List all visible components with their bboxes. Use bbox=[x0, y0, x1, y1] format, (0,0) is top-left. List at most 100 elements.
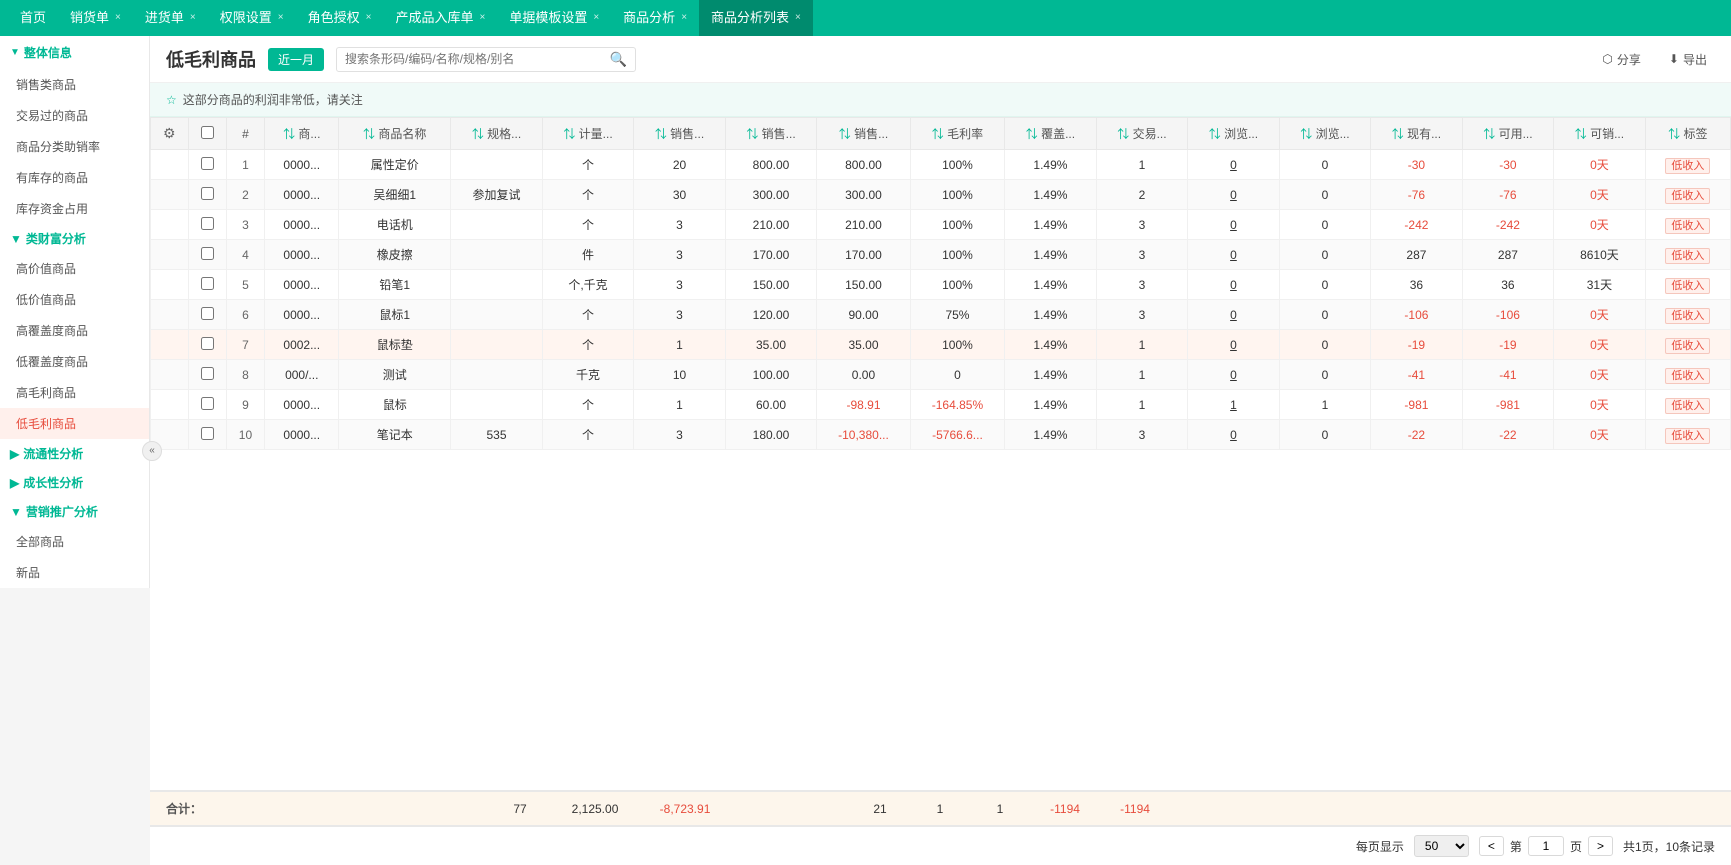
nav-purchase-order[interactable]: 进货单 × bbox=[133, 0, 208, 36]
sidebar-item-new-products[interactable]: 新品 bbox=[0, 557, 149, 588]
close-icon[interactable]: × bbox=[278, 0, 284, 36]
col-tag[interactable]: ⇅ 标签 bbox=[1645, 118, 1730, 150]
sidebar-item-traded-products[interactable]: 交易过的商品 bbox=[0, 100, 149, 131]
row-settings[interactable] bbox=[151, 270, 189, 300]
sidebar-section-liquidity[interactable]: ▶ 流通性分析 bbox=[0, 439, 149, 468]
prev-page-button[interactable]: < bbox=[1479, 836, 1504, 856]
search-icon[interactable]: 🔍 bbox=[610, 51, 627, 68]
row-name: 属性定价 bbox=[339, 150, 451, 180]
sidebar-item-high-margin[interactable]: 高毛利商品 bbox=[0, 377, 149, 408]
row-browse1[interactable]: 1 bbox=[1188, 390, 1280, 420]
col-trade[interactable]: ⇅ 交易... bbox=[1096, 118, 1188, 150]
sidebar-item-low-value[interactable]: 低价值商品 bbox=[0, 284, 149, 315]
close-icon[interactable]: × bbox=[795, 0, 801, 36]
search-input[interactable] bbox=[345, 52, 604, 66]
sidebar-item-in-stock[interactable]: 有库存的商品 bbox=[0, 162, 149, 193]
nav-product-receipt[interactable]: 产成品入库单 × bbox=[383, 0, 497, 36]
select-all-checkbox[interactable] bbox=[201, 126, 214, 139]
data-table-container[interactable]: ⚙ # ⇅ 商... ⇅ 商品名称 ⇅ 规格... ⇅ 计量... ⇅ 销售..… bbox=[150, 117, 1731, 790]
nav-product-analysis[interactable]: 商品分析 × bbox=[611, 0, 699, 36]
col-available[interactable]: ⇅ 可用... bbox=[1462, 118, 1554, 150]
nav-home[interactable]: 首页 bbox=[8, 0, 58, 36]
col-saleable[interactable]: ⇅ 可销... bbox=[1554, 118, 1646, 150]
close-icon[interactable]: × bbox=[593, 0, 599, 36]
row-settings[interactable] bbox=[151, 390, 189, 420]
row-checkbox[interactable] bbox=[188, 420, 226, 450]
row-browse1[interactable]: 0 bbox=[1188, 180, 1280, 210]
col-unit[interactable]: ⇅ 计量... bbox=[542, 118, 634, 150]
sidebar-item-category-rate[interactable]: 商品分类助销率 bbox=[0, 131, 149, 162]
row-settings[interactable] bbox=[151, 240, 189, 270]
col-spec[interactable]: ⇅ 规格... bbox=[451, 118, 543, 150]
sidebar-section-growth[interactable]: ▶ 成长性分析 bbox=[0, 468, 149, 497]
row-browse1[interactable]: 0 bbox=[1188, 360, 1280, 390]
settings-icon[interactable]: ⚙ bbox=[163, 125, 176, 141]
sidebar-section-marketing[interactable]: ▼ 营销推广分析 bbox=[0, 497, 149, 526]
col-code[interactable]: ⇅ 商... bbox=[265, 118, 339, 150]
sidebar-item-high-coverage[interactable]: 高覆盖度商品 bbox=[0, 315, 149, 346]
row-browse1[interactable]: 0 bbox=[1188, 300, 1280, 330]
row-checkbox[interactable] bbox=[188, 210, 226, 240]
close-icon[interactable]: × bbox=[366, 0, 372, 36]
row-current-stock: -981 bbox=[1371, 390, 1463, 420]
row-settings[interactable] bbox=[151, 330, 189, 360]
row-browse1[interactable]: 0 bbox=[1188, 420, 1280, 450]
period-button[interactable]: 近一月 bbox=[268, 48, 324, 71]
col-settings[interactable]: ⚙ bbox=[151, 118, 189, 150]
col-sales-price[interactable]: ⇅ 销售... bbox=[725, 118, 817, 150]
export-button[interactable]: ⬇ 导出 bbox=[1661, 47, 1715, 72]
per-page-select[interactable]: 50 20 100 bbox=[1414, 835, 1469, 857]
row-checkbox[interactable] bbox=[188, 390, 226, 420]
row-checkbox[interactable] bbox=[188, 180, 226, 210]
row-settings[interactable] bbox=[151, 300, 189, 330]
sidebar-item-low-margin[interactable]: 低毛利商品 bbox=[0, 408, 149, 439]
nav-product-analysis-list[interactable]: 商品分析列表 × bbox=[699, 0, 813, 36]
row-settings[interactable] bbox=[151, 360, 189, 390]
sidebar-section-wealth[interactable]: ▼ 类财富分析 bbox=[0, 224, 149, 253]
col-current-stock[interactable]: ⇅ 现有... bbox=[1371, 118, 1463, 150]
sidebar-item-all-products[interactable]: 全部商品 bbox=[0, 526, 149, 557]
page-header: 低毛利商品 近一月 🔍 ⬡ 分享 ⬇ 导出 bbox=[150, 36, 1731, 83]
nav-sales-order[interactable]: 销货单 × bbox=[58, 0, 133, 36]
row-browse1[interactable]: 0 bbox=[1188, 270, 1280, 300]
col-coverage[interactable]: ⇅ 覆盖... bbox=[1005, 118, 1097, 150]
sidebar-collapse-button[interactable]: « bbox=[142, 441, 162, 461]
col-gross-rate[interactable]: ⇅ 毛利率 bbox=[910, 118, 1004, 150]
row-browse1[interactable]: 0 bbox=[1188, 240, 1280, 270]
sidebar-item-low-coverage[interactable]: 低覆盖度商品 bbox=[0, 346, 149, 377]
sidebar-item-sales-products[interactable]: 销售类商品 bbox=[0, 69, 149, 100]
next-page-button[interactable]: > bbox=[1588, 836, 1613, 856]
close-icon[interactable]: × bbox=[681, 0, 687, 36]
close-icon[interactable]: × bbox=[479, 0, 485, 36]
info-icon: ☆ bbox=[166, 93, 177, 107]
row-checkbox[interactable] bbox=[188, 150, 226, 180]
row-checkbox[interactable] bbox=[188, 240, 226, 270]
col-browse1[interactable]: ⇅ 浏览... bbox=[1188, 118, 1280, 150]
nav-role-auth[interactable]: 角色授权 × bbox=[296, 0, 384, 36]
row-tag: 低收入 bbox=[1645, 300, 1730, 330]
page-input[interactable] bbox=[1528, 836, 1564, 856]
share-button[interactable]: ⬡ 分享 bbox=[1594, 47, 1649, 72]
row-browse1[interactable]: 0 bbox=[1188, 330, 1280, 360]
row-checkbox[interactable] bbox=[188, 330, 226, 360]
sidebar-item-stock-capital[interactable]: 库存资金占用 bbox=[0, 193, 149, 224]
col-browse2[interactable]: ⇅ 浏览... bbox=[1279, 118, 1371, 150]
row-settings[interactable] bbox=[151, 180, 189, 210]
col-sales-amount[interactable]: ⇅ 销售... bbox=[817, 118, 910, 150]
col-sales-qty[interactable]: ⇅ 销售... bbox=[634, 118, 726, 150]
row-checkbox[interactable] bbox=[188, 360, 226, 390]
row-settings[interactable] bbox=[151, 210, 189, 240]
close-icon[interactable]: × bbox=[115, 0, 121, 36]
row-settings[interactable] bbox=[151, 150, 189, 180]
row-browse1[interactable]: 0 bbox=[1188, 210, 1280, 240]
col-name[interactable]: ⇅ 商品名称 bbox=[339, 118, 451, 150]
sidebar-section-overall[interactable]: ▼ 整体信息 bbox=[0, 36, 149, 69]
row-browse1[interactable]: 0 bbox=[1188, 150, 1280, 180]
nav-template-settings[interactable]: 单据模板设置 × bbox=[497, 0, 611, 36]
row-checkbox[interactable] bbox=[188, 270, 226, 300]
close-icon[interactable]: × bbox=[190, 0, 196, 36]
sort-icon: ⇅ bbox=[1117, 127, 1129, 141]
sidebar-item-high-value[interactable]: 高价值商品 bbox=[0, 253, 149, 284]
nav-permissions[interactable]: 权限设置 × bbox=[208, 0, 296, 36]
row-checkbox[interactable] bbox=[188, 300, 226, 330]
